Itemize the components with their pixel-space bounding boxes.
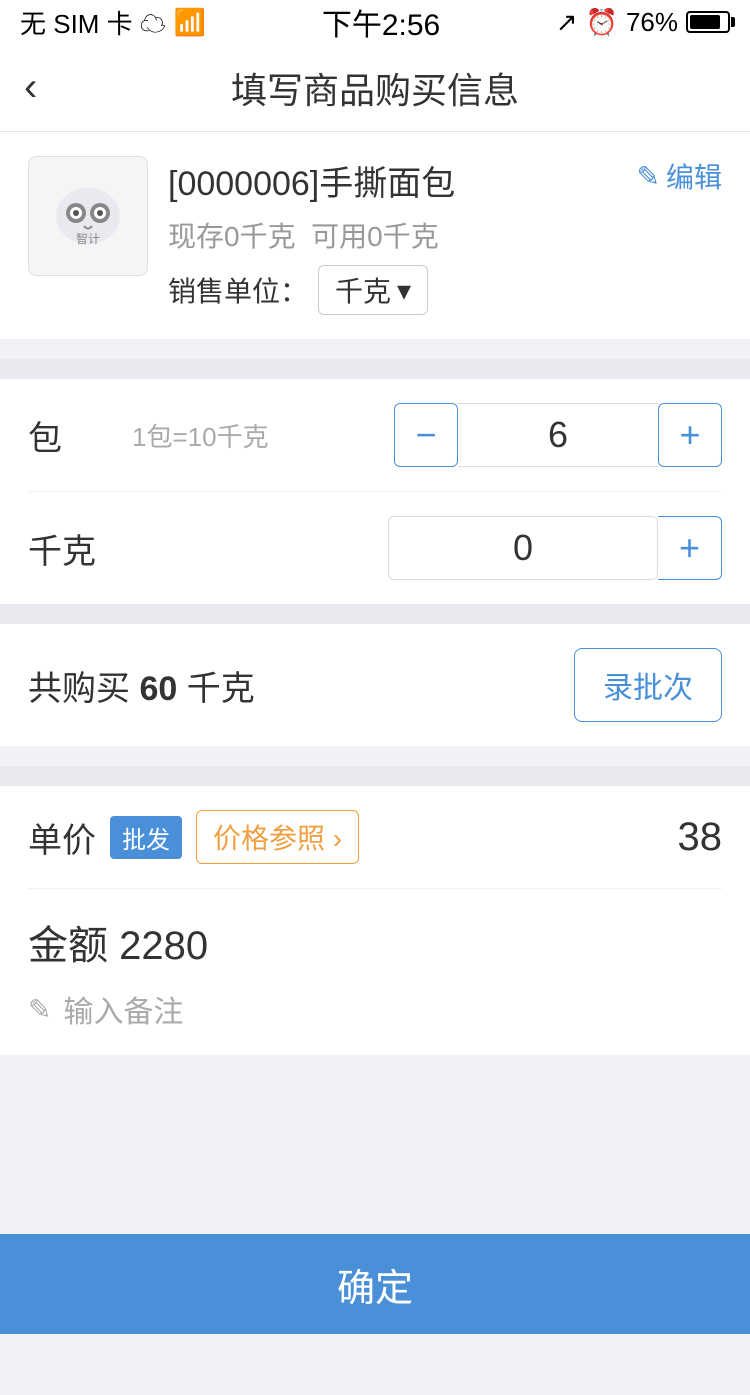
amount-row: 金额 2280 <box>28 913 722 971</box>
status-time: 下午2:56 <box>322 0 440 44</box>
nav-bar: ‹ 填写商品购买信息 <box>0 44 750 132</box>
section-separator <box>0 359 750 379</box>
record-batch-button[interactable]: 录批次 <box>574 648 722 722</box>
status-right: ↗ ⏰ 76% <box>556 7 730 38</box>
bao-controls: − + <box>394 403 722 467</box>
page-title: 填写商品购买信息 <box>231 62 519 114</box>
price-section: 单价 批发 价格参照 › 38 <box>0 786 750 889</box>
fill-area <box>0 1055 750 1395</box>
svg-text:智计: 智计 <box>76 231 100 246</box>
section-separator-3 <box>0 766 750 786</box>
wifi-icon: 📶 <box>174 7 206 38</box>
bao-minus-button[interactable]: − <box>394 403 458 467</box>
input-section: 包 1包=10千克 − + 千克 + <box>0 379 750 604</box>
price-value: 38 <box>678 815 723 860</box>
product-card: 智计 [0000006]手撕面包 现存0千克 可用0千克 销售单位： 千克 ▾ … <box>0 132 750 339</box>
kg-quantity-input[interactable] <box>388 516 658 580</box>
chevron-down-icon: ▾ <box>397 274 411 307</box>
total-section: 共购买 60 千克 录批次 <box>0 624 750 746</box>
total-amount: 60 <box>139 670 177 708</box>
edit-icon: ✎ <box>637 160 660 193</box>
confirm-button[interactable]: 确定 <box>0 1234 750 1334</box>
pencil-icon: ✎ <box>28 993 51 1026</box>
sim-status: 无 SIM 卡 ☁ <box>20 4 166 41</box>
product-stock: 现存0千克 可用0千克 <box>168 215 722 255</box>
bao-label: 包 <box>28 411 108 460</box>
status-bar: 无 SIM 卡 ☁ 📶 下午2:56 ↗ ⏰ 76% <box>0 0 750 44</box>
location-icon: ↗ <box>556 7 578 38</box>
battery-icon <box>686 11 730 33</box>
bao-input-row: 包 1包=10千克 − + <box>28 379 722 492</box>
kg-plus-button[interactable]: + <box>658 516 722 580</box>
price-label: 单价 <box>28 813 96 862</box>
kg-controls: + <box>388 516 722 580</box>
bao-plus-button[interactable]: + <box>658 403 722 467</box>
kg-input-row: 千克 + <box>28 492 722 604</box>
bao-quantity-input[interactable] <box>458 403 658 467</box>
alarm-icon: ⏰ <box>586 7 618 38</box>
battery-level: 76% <box>626 7 678 38</box>
amount-section: 金额 2280 ✎ 输入备注 <box>0 889 750 1055</box>
status-left: 无 SIM 卡 ☁ 📶 <box>20 4 206 41</box>
price-reference-button[interactable]: 价格参照 › <box>196 810 359 864</box>
back-button[interactable]: ‹ <box>24 65 37 110</box>
total-text: 共购买 60 千克 <box>28 661 255 710</box>
product-logo-icon: 智计 <box>48 181 128 251</box>
section-separator-2 <box>0 604 750 624</box>
edit-button[interactable]: ✎ 编辑 <box>637 156 722 196</box>
remark-row[interactable]: ✎ 输入备注 <box>28 987 722 1031</box>
remark-placeholder: 输入备注 <box>63 987 183 1031</box>
kg-label: 千克 <box>28 524 108 573</box>
amount-value: 2280 <box>119 924 208 968</box>
unit-select[interactable]: 千克 ▾ <box>318 265 428 315</box>
product-image: 智计 <box>28 156 148 276</box>
price-row: 单价 批发 价格参照 › 38 <box>28 810 722 889</box>
bao-hint: 1包=10千克 <box>132 417 269 454</box>
price-type-badge: 批发 <box>110 816 182 859</box>
product-unit: 销售单位： 千克 ▾ <box>168 265 722 315</box>
